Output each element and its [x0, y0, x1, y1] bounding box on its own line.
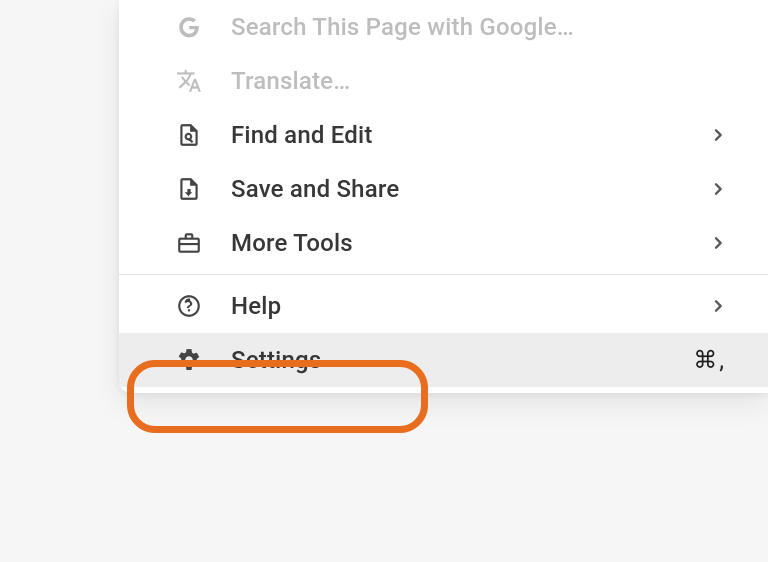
menu-label: Help: [231, 292, 281, 320]
context-menu-panel: Search This Page with Google… Translate……: [119, 0, 768, 393]
menu-label: Save and Share: [231, 175, 399, 203]
menu-item-find-and-edit[interactable]: Find and Edit: [119, 108, 768, 162]
menu-separator: [119, 274, 768, 275]
menu-item-save-and-share[interactable]: Save and Share: [119, 162, 768, 216]
chevron-right-icon: [710, 298, 726, 314]
find-in-page-icon: [175, 121, 203, 149]
menu-item-settings[interactable]: Settings ⌘,: [119, 333, 768, 387]
chevron-right-icon: [710, 235, 726, 251]
menu-label: Find and Edit: [231, 121, 373, 149]
gear-icon: [175, 346, 203, 374]
menu-item-more-tools[interactable]: More Tools: [119, 216, 768, 270]
help-icon: [175, 292, 203, 320]
menu-label: Settings: [231, 346, 321, 374]
menu-item-help[interactable]: Help: [119, 279, 768, 333]
google-icon: [175, 13, 203, 41]
translate-icon: [175, 67, 203, 95]
toolbox-icon: [175, 229, 203, 257]
chevron-right-icon: [710, 127, 726, 143]
menu-label: Translate…: [231, 67, 350, 95]
chevron-right-icon: [710, 181, 726, 197]
menu-label: More Tools: [231, 229, 353, 257]
menu-item-translate: Translate…: [119, 54, 768, 108]
save-page-icon: [175, 175, 203, 203]
menu-item-search-google: Search This Page with Google…: [119, 0, 768, 54]
menu-label: Search This Page with Google…: [231, 13, 574, 41]
keyboard-shortcut: ⌘,: [693, 346, 726, 374]
